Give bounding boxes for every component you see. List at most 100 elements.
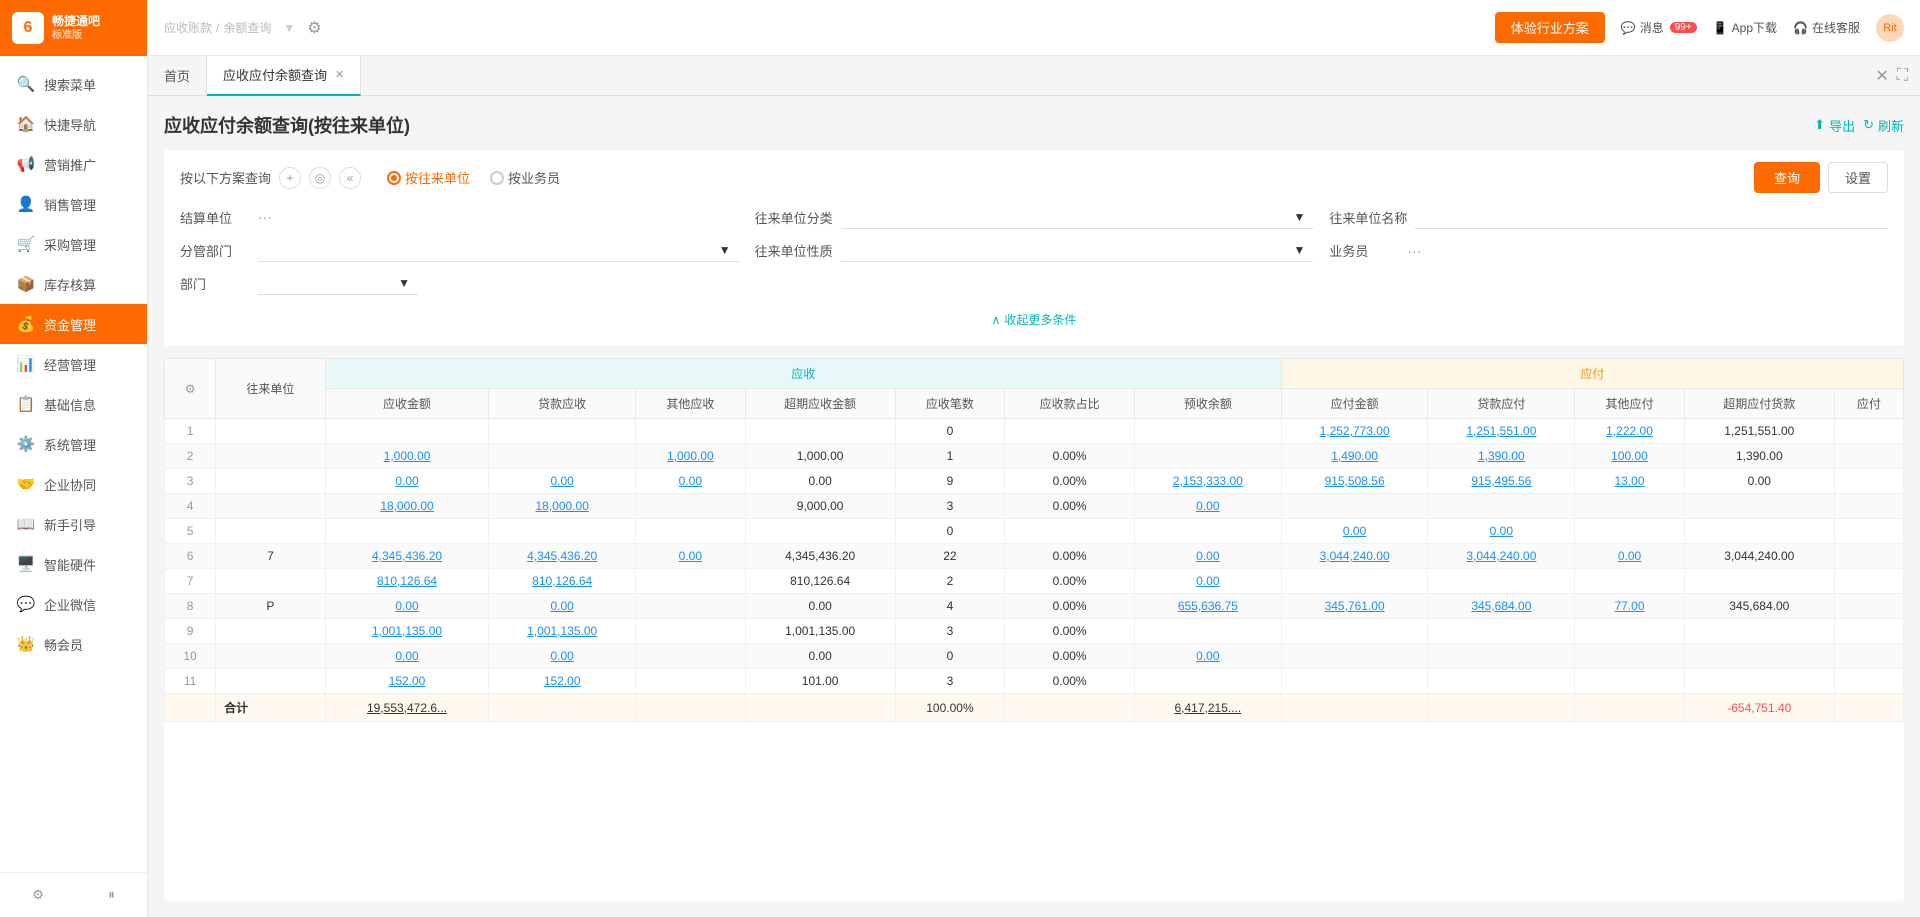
table-row: 101,252,773.001,251,551.001,222.001,251,… — [165, 419, 1904, 444]
tab-close-icon[interactable]: ✕ — [335, 68, 344, 81]
th-ar-amount: 应收金额 — [325, 389, 489, 419]
sidebar-item-sales[interactable]: 👤 销售管理 — [0, 184, 147, 224]
partner-nature-dropdown[interactable]: ▼ — [841, 239, 1314, 262]
filter-row-3: 部门 ▼ — [180, 272, 1888, 295]
field-dept-manager: 分管部门 ▼ — [180, 239, 739, 262]
th-ap-rest: 应付 — [1834, 389, 1903, 419]
logo-text: 畅捷通吧 标准版 — [52, 14, 100, 43]
app-download-btn[interactable]: 📱 App下载 — [1713, 19, 1777, 36]
salesperson-input[interactable]: ··· — [1407, 243, 1421, 259]
operation-icon: 📊 — [16, 354, 36, 374]
finance-icon: 💰 — [16, 314, 36, 334]
wechat-icon: 💬 — [16, 594, 36, 614]
page-actions: ⬆ 导出 ↻ 刷新 — [1814, 116, 1904, 135]
sidebar-item-finance[interactable]: 💰 资金管理 — [0, 304, 147, 344]
data-table: ⚙ 往来单位 应收 应付 应收金额 贷款应收 其他应收 超期应收金额 应收笔数 — [164, 358, 1904, 722]
tab-bar: 首页 应收应付余额查询 ✕ ✕ ⛶ — [148, 56, 1920, 96]
tab-home[interactable]: 首页 — [148, 56, 207, 96]
tab-ar-balance[interactable]: 应收应付余额查询 ✕ — [207, 56, 361, 96]
sidebar-item-inventory[interactable]: 📦 库存核算 — [0, 264, 147, 304]
total-ar-prepaid[interactable]: 6,417,215.... — [1134, 694, 1281, 722]
service-icon: 🎧 — [1793, 21, 1808, 35]
filter-tab-salesperson[interactable]: 按业务员 — [480, 164, 570, 191]
export-button[interactable]: ⬆ 导出 — [1814, 116, 1855, 135]
collab-icon: 🤝 — [16, 474, 36, 494]
user-avatar[interactable]: Rit — [1876, 14, 1904, 42]
chevron-up-icon: ∧ — [992, 313, 1001, 327]
sidebar-item-purchase[interactable]: 🛒 采购管理 — [0, 224, 147, 264]
member-icon: 👑 — [16, 634, 36, 654]
th-ap-other: 其他应付 — [1575, 389, 1685, 419]
tab-close-all-btn[interactable]: ✕ — [1875, 66, 1888, 86]
sidebar-item-guide[interactable]: 📖 新手引导 — [0, 504, 147, 544]
sidebar-collapse-btn[interactable]: ⏸ — [102, 881, 121, 909]
filter-collapse-btn[interactable]: « — [339, 167, 361, 189]
table-row: 21,000.001,000.001,000.0010.00%1,490.001… — [165, 444, 1904, 469]
header-icons: 体验行业方案 💬 消息 99+ 📱 App下载 🎧 在线客服 Rit — [1495, 12, 1904, 43]
table-settings-icon[interactable]: ⚙ — [185, 382, 196, 396]
home-icon: 🏠 — [16, 114, 36, 134]
dept-manager-dropdown[interactable]: ▼ — [258, 239, 739, 262]
sidebar-item-search[interactable]: 🔍 搜索菜单 — [0, 64, 147, 104]
table-row: 100.000.000.0000.00%0.00 — [165, 644, 1904, 669]
online-service-btn[interactable]: 🎧 在线客服 — [1793, 19, 1860, 36]
message-btn[interactable]: 💬 消息 99+ — [1621, 19, 1697, 36]
purchase-icon: 🛒 — [16, 234, 36, 254]
field-partner-name: 往来单位名称 — [1329, 205, 1888, 229]
refresh-button[interactable]: ↻ 刷新 — [1863, 116, 1904, 135]
sidebar-item-collab[interactable]: 🤝 企业协同 — [0, 464, 147, 504]
sidebar-item-wechat[interactable]: 💬 企业微信 — [0, 584, 147, 624]
table-row: 8P0.000.000.0040.00%655,636.75345,761.00… — [165, 594, 1904, 619]
collapse-section: ∧ 收起更多条件 — [180, 305, 1888, 334]
total-ap-overdue: -654,751.40 — [1684, 694, 1834, 722]
radio-partner — [387, 171, 401, 185]
partner-category-dropdown[interactable]: ▼ — [841, 206, 1314, 229]
sidebar-settings-btn[interactable]: ⚙ — [26, 881, 50, 909]
promo-button[interactable]: 体验行业方案 — [1495, 12, 1605, 43]
sidebar-item-member[interactable]: 👑 畅会员 — [0, 624, 147, 664]
gear-icon[interactable]: ⚙ — [307, 18, 321, 38]
marketing-icon: 📢 — [16, 154, 36, 174]
filter-add-btn[interactable]: + — [279, 167, 301, 189]
collapse-more-btn[interactable]: ∧ 收起更多条件 — [986, 305, 1083, 334]
export-icon: ⬆ — [1814, 117, 1825, 133]
field-salesperson: 业务员 ··· — [1329, 241, 1888, 260]
sidebar-item-marketing[interactable]: 📢 营销推广 — [0, 144, 147, 184]
th-settings[interactable]: ⚙ — [165, 359, 216, 419]
table-row: 418,000.0018,000.009,000.0030.00%0.00 — [165, 494, 1904, 519]
sidebar-item-operation[interactable]: 📊 经营管理 — [0, 344, 147, 384]
partner-name-input[interactable] — [1415, 205, 1888, 229]
department-dropdown[interactable]: ▼ — [258, 272, 418, 295]
logo-icon: 6 — [12, 12, 44, 44]
th-group-ap: 应付 — [1281, 359, 1903, 389]
tab-expand-btn[interactable]: ⛶ — [1897, 67, 1908, 85]
sidebar-item-system[interactable]: ⚙️ 系统管理 — [0, 424, 147, 464]
filter-settings-btn[interactable]: ◎ — [309, 167, 331, 189]
guide-icon: 📖 — [16, 514, 36, 534]
th-ap-overdue: 超期应付货款 — [1684, 389, 1834, 419]
total-ar-amount[interactable]: 19,553,472.6... — [325, 694, 489, 722]
total-row: 合计 19,553,472.6... 100.00% 6,417,215.... — [165, 694, 1904, 722]
chevron-down-icon3: ▼ — [1293, 243, 1305, 257]
table-scroll-area[interactable]: ⚙ 往来单位 应收 应付 应收金额 贷款应收 其他应收 超期应收金额 应收笔数 — [164, 358, 1904, 901]
filter-tab-partner[interactable]: 按往来单位 — [377, 164, 480, 191]
query-button[interactable]: 查询 — [1754, 162, 1820, 193]
sidebar: 6 畅捷通吧 标准版 🔍 搜索菜单 🏠 快捷导航 📢 营销推广 👤 销售管理 🛒… — [0, 0, 148, 917]
th-ar-other: 其他应收 — [636, 389, 746, 419]
setting-button[interactable]: 设置 — [1828, 162, 1888, 193]
data-table-wrapper: ⚙ 往来单位 应收 应付 应收金额 贷款应收 其他应收 超期应收金额 应收笔数 — [164, 358, 1904, 901]
filter-row-1: 结算单位 ··· 往来单位分类 ▼ 往来单位名称 — [180, 205, 1888, 229]
system-icon: ⚙️ — [16, 434, 36, 454]
chevron-down-icon2: ▼ — [719, 243, 731, 257]
th-ap-loan: 贷款应付 — [1428, 389, 1575, 419]
sidebar-bottom: ⚙ ⏸ — [0, 872, 147, 917]
sidebar-item-hardware[interactable]: 🖥️ 智能硬件 — [0, 544, 147, 584]
sidebar-item-basic[interactable]: 📋 基础信息 — [0, 384, 147, 424]
table-row: 674,345,436.204,345,436.200.004,345,436.… — [165, 544, 1904, 569]
filter-row-2: 分管部门 ▼ 往来单位性质 ▼ 业务员 — [180, 239, 1888, 262]
settlement-unit-input[interactable]: ··· — [258, 209, 272, 225]
sidebar-item-quicknav[interactable]: 🏠 快捷导航 — [0, 104, 147, 144]
content-area: 应收应付余额查询(按往来单位) ⬆ 导出 ↻ 刷新 按以下方案查询 + ◎ « — [148, 96, 1920, 917]
filter-action-buttons: 查询 设置 — [1754, 162, 1888, 193]
th-ar-count: 应收笔数 — [895, 389, 1005, 419]
